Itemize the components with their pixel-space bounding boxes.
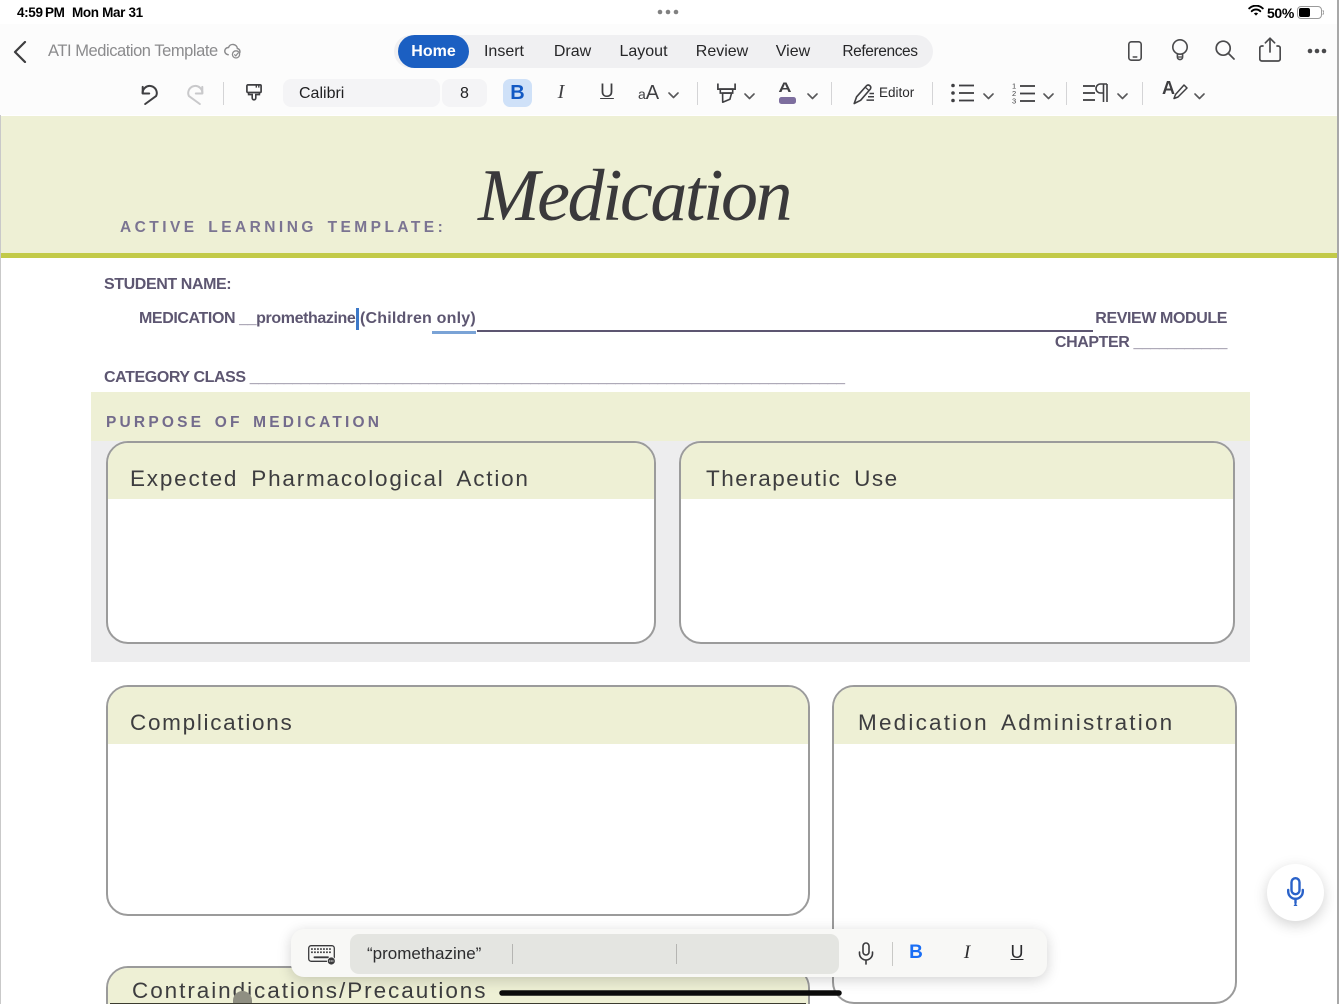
svg-text:3: 3 [1012,97,1016,105]
